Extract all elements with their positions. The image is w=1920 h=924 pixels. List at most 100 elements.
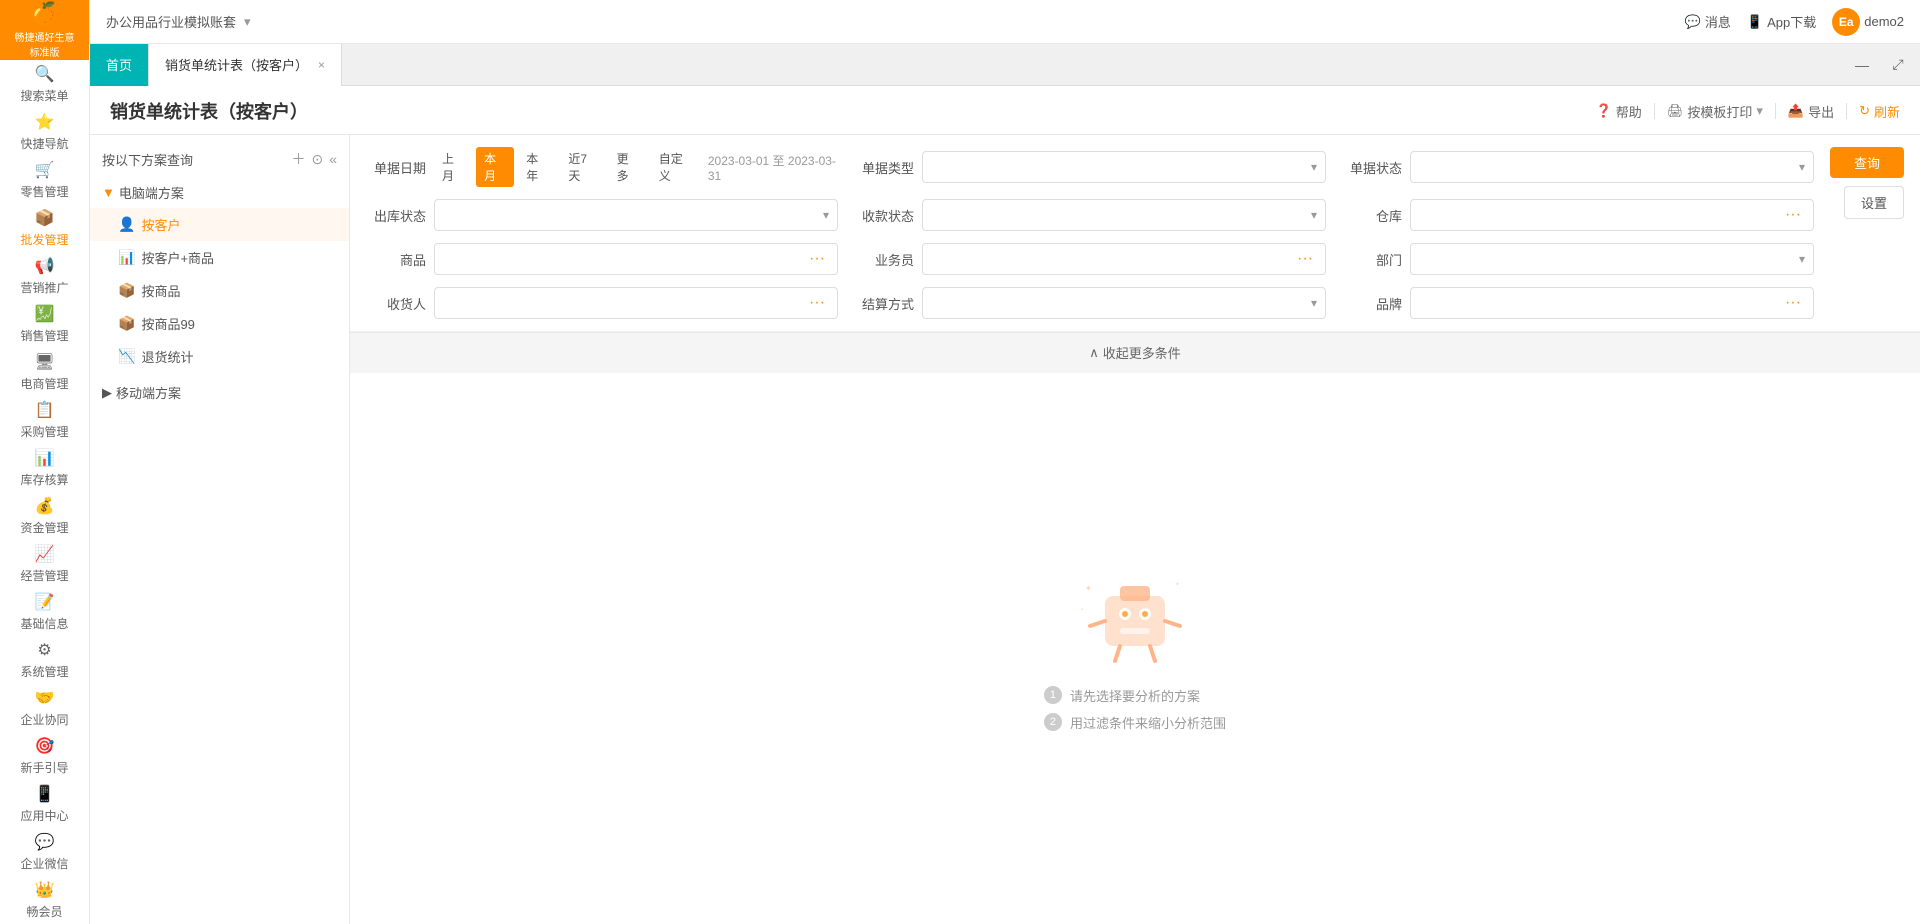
sidebar-item-basic-info[interactable]: 📝 基础信息 xyxy=(0,588,89,636)
sidebar-item-sales-mgmt[interactable]: 💹 销售管理 xyxy=(0,300,89,348)
page-title: 销货单统计表（按客户） xyxy=(110,98,308,124)
scheme-item-by-goods-99[interactable]: 📦 按商品99 xyxy=(90,307,349,340)
payment-chevron: ▾ xyxy=(1311,296,1317,310)
refresh-icon: ↻ xyxy=(1859,103,1870,119)
user-profile[interactable]: Ea demo2 xyxy=(1832,8,1904,36)
filter-cell-receipt-status: 收款状态 ▾ xyxy=(854,199,1326,231)
date-label: 单据日期 xyxy=(366,158,426,177)
scheme-group-mobile-title[interactable]: ▶ 移动端方案 xyxy=(90,377,349,408)
date-range-display: 2023-03-01 至 2023-03-31 xyxy=(708,152,838,183)
app-download-btn[interactable]: 📱 App下载 xyxy=(1747,12,1816,31)
export-btn[interactable]: 📤 导出 xyxy=(1788,102,1834,121)
message-btn[interactable]: 💬 消息 xyxy=(1685,12,1731,31)
scheme-actions: ＋ ⊙ « xyxy=(291,149,337,169)
industry-name: 办公用品行业模拟账套 xyxy=(106,12,236,31)
scheme-settings-icon[interactable]: ⊙ xyxy=(311,151,323,168)
date-tab-current-month[interactable]: 本月 xyxy=(476,147,514,187)
date-tab-7days[interactable]: 近7天 xyxy=(560,147,604,187)
filter-cell-brand: 品牌 ··· xyxy=(1342,287,1814,319)
topbar-left: 办公用品行业模拟账套 ▾ xyxy=(106,12,251,31)
sidebar-item-system[interactable]: ⚙ 系统管理 xyxy=(0,636,89,684)
receiver-dots[interactable]: ··· xyxy=(805,294,829,312)
scheme-add-icon[interactable]: ＋ xyxy=(291,149,305,169)
tab-sales-stat[interactable]: 销货单统计表（按客户） × xyxy=(149,44,342,86)
help-btn[interactable]: ❓ 帮助 xyxy=(1596,102,1642,121)
return-stat-icon: 📉 xyxy=(118,348,135,365)
out-status-select[interactable]: ▾ xyxy=(434,199,838,231)
payment-select[interactable]: ▾ xyxy=(922,287,1326,319)
logo-icon: 🍊 xyxy=(31,1,58,27)
tab-sales-stat-close[interactable]: × xyxy=(318,58,325,72)
goods-dots[interactable]: ··· xyxy=(805,250,829,268)
sidebar-item-enterprise-wechat[interactable]: 💬 企业微信 xyxy=(0,828,89,876)
setting-btn[interactable]: 设置 xyxy=(1844,186,1904,219)
refresh-btn[interactable]: ↻ 刷新 xyxy=(1859,102,1900,121)
sidebar-item-search-menu[interactable]: 🔍 搜索菜单 xyxy=(0,60,89,108)
basic-info-icon: 📝 xyxy=(35,592,55,612)
sidebar-item-enterprise-coop[interactable]: 🤝 企业协同 xyxy=(0,684,89,732)
filter-cell-warehouse: 仓库 ··· xyxy=(1342,199,1814,231)
scheme-item-by-customer[interactable]: 👤 按客户 xyxy=(90,208,349,241)
main-wrap: 办公用品行业模拟账套 ▾ 💬 消息 📱 App下载 Ea demo2 首页 销货… xyxy=(90,0,1920,924)
department-label: 部门 xyxy=(1342,250,1402,269)
chevron-right-icon: ▶ xyxy=(102,385,112,401)
chevron-down-icon: ▼ xyxy=(102,185,115,200)
order-status-select[interactable]: ▾ xyxy=(1410,151,1814,183)
scheme-item-label: 按客户+商品 xyxy=(141,248,214,267)
department-select[interactable]: ▾ xyxy=(1410,243,1814,275)
empty-state: ✦ ✦ ✦ 1 请先选择要分析的方案 2 用过滤条件来缩小分析范围 xyxy=(350,373,1920,924)
warehouse-dots[interactable]: ··· xyxy=(1781,206,1805,224)
sidebar-item-stock-check[interactable]: 📊 库存核算 xyxy=(0,444,89,492)
sidebar-item-member[interactable]: 👑 畅会员 xyxy=(0,876,89,924)
print-btn[interactable]: 🖨 按模板打印 ▾ xyxy=(1667,102,1763,121)
sidebar-navigation: 🔍 搜索菜单 ⭐ 快捷导航 🛒 零售管理 📦 批发管理 📢 营销推广 💹 销售管… xyxy=(0,60,89,924)
receiver-select[interactable]: ··· xyxy=(434,287,838,319)
scheme-item-return-stat[interactable]: 📉 退货统计 xyxy=(90,340,349,373)
collapse-bar[interactable]: ∧ 收起更多条件 xyxy=(350,332,1920,372)
query-btn[interactable]: 查询 xyxy=(1830,147,1904,178)
receipt-status-select[interactable]: ▾ xyxy=(922,199,1326,231)
sidebar-item-newbie[interactable]: 🎯 新手引导 xyxy=(0,732,89,780)
sidebar-item-ecommerce[interactable]: 🖥 电商管理 xyxy=(0,348,89,396)
salesperson-select[interactable]: ··· xyxy=(922,243,1326,275)
brand-dots[interactable]: ··· xyxy=(1781,294,1805,312)
industry-dropdown-icon[interactable]: ▾ xyxy=(244,14,251,30)
brand-select[interactable]: ··· xyxy=(1410,287,1814,319)
query-actions: 查询 设置 xyxy=(1830,135,1920,331)
by-customer-goods-icon: 📊 xyxy=(118,249,135,266)
sidebar-item-app-center[interactable]: 📱 应用中心 xyxy=(0,780,89,828)
sidebar-item-retail-mgmt[interactable]: 🛒 零售管理 xyxy=(0,156,89,204)
sidebar-item-operation[interactable]: 📈 经营管理 xyxy=(0,540,89,588)
filter-row-3: 商品 ··· 业务员 xyxy=(366,243,1814,275)
scheme-group-desktop-title[interactable]: ▼ 电脑端方案 xyxy=(90,177,349,208)
scheme-title: 按以下方案查询 xyxy=(102,150,193,169)
salesperson-dots[interactable]: ··· xyxy=(1293,250,1317,268)
order-type-label: 单据类型 xyxy=(854,158,914,177)
filter-cell-payment: 结算方式 ▾ xyxy=(854,287,1326,319)
warehouse-select[interactable]: ··· xyxy=(1410,199,1814,231)
tab-minimize-btn[interactable]: — xyxy=(1848,51,1876,79)
sidebar-item-purchase[interactable]: 📋 采购管理 xyxy=(0,396,89,444)
tab-home[interactable]: 首页 xyxy=(90,44,149,86)
filter-cell-date: 单据日期 上月 本月 本年 近7天 更多 自定义 2023-03-01 至 20… xyxy=(366,147,838,187)
sales-mgmt-icon: 💹 xyxy=(35,304,55,324)
scheme-collapse-icon[interactable]: « xyxy=(329,151,337,167)
print-label: 按模板打印 xyxy=(1687,102,1752,121)
empty-illustration: ✦ ✦ ✦ xyxy=(1075,566,1195,666)
sidebar-item-finance[interactable]: 💰 资金管理 xyxy=(0,492,89,540)
tab-maximize-btn[interactable]: ⤢ xyxy=(1884,51,1912,79)
sidebar-item-quick-nav[interactable]: ⭐ 快捷导航 xyxy=(0,108,89,156)
date-tab-more[interactable]: 更多 xyxy=(609,147,647,187)
sidebar-item-wholesale-mgmt[interactable]: 📦 批发管理 xyxy=(0,204,89,252)
scheme-item-by-customer-goods[interactable]: 📊 按客户+商品 xyxy=(90,241,349,274)
sidebar-item-marketing[interactable]: 📢 营销推广 xyxy=(0,252,89,300)
date-tab-current-year[interactable]: 本年 xyxy=(518,147,556,187)
receiver-label: 收货人 xyxy=(366,294,426,313)
date-tab-last-month[interactable]: 上月 xyxy=(434,147,472,187)
goods-select[interactable]: ··· xyxy=(434,243,838,275)
scheme-item-by-goods[interactable]: 📦 按商品 xyxy=(90,274,349,307)
search-menu-icon: 🔍 xyxy=(35,64,55,84)
order-type-select[interactable]: ▾ xyxy=(922,151,1326,183)
date-tab-custom[interactable]: 自定义 xyxy=(651,147,700,187)
filter-row-4: 收货人 ··· 结算方式 xyxy=(366,287,1814,319)
